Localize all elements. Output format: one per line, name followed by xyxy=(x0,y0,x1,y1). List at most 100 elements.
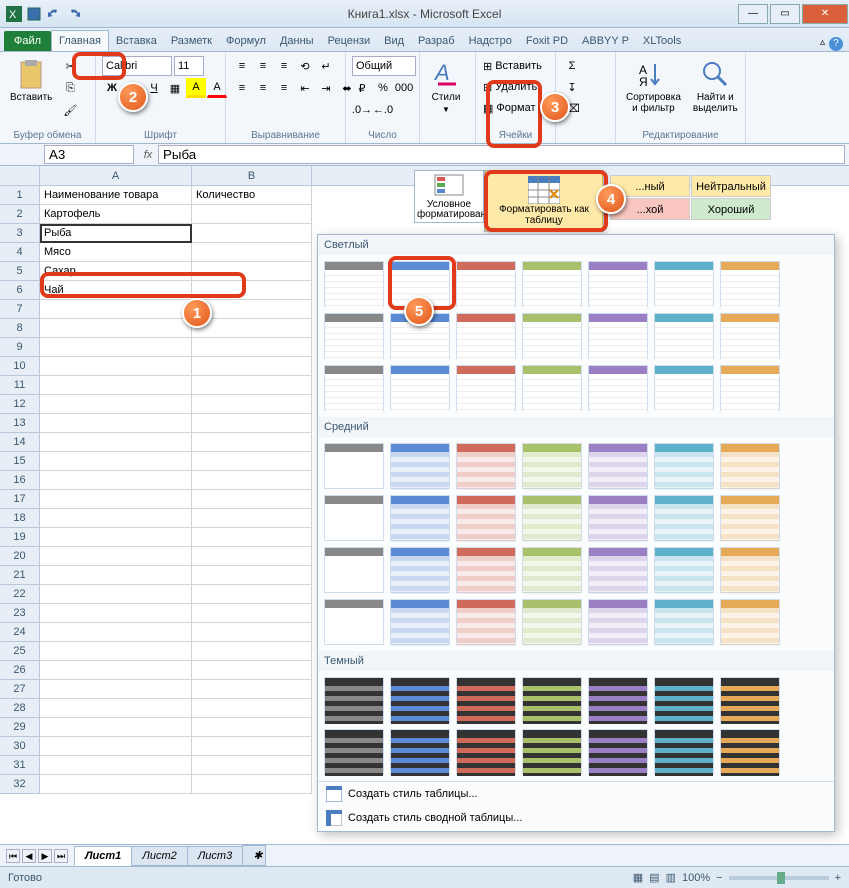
cell[interactable] xyxy=(40,509,192,528)
cell[interactable] xyxy=(40,433,192,452)
tab-abbyy[interactable]: ABBYY P xyxy=(575,31,636,51)
row-header[interactable]: 3 xyxy=(0,224,40,243)
tab-developer[interactable]: Разраб xyxy=(411,31,462,51)
table-style-thumb[interactable] xyxy=(390,729,450,775)
table-style-thumb[interactable] xyxy=(720,547,780,593)
table-style-thumb[interactable] xyxy=(654,313,714,359)
cell[interactable] xyxy=(192,756,312,775)
zoom-slider[interactable] xyxy=(729,876,829,880)
table-style-thumb[interactable] xyxy=(654,599,714,645)
align-right-button[interactable]: ≡ xyxy=(274,78,294,98)
cell[interactable] xyxy=(40,661,192,680)
row-header[interactable]: 22 xyxy=(0,585,40,604)
cell[interactable] xyxy=(40,395,192,414)
cell[interactable] xyxy=(192,395,312,414)
table-style-thumb[interactable] xyxy=(720,599,780,645)
sheet-tab[interactable]: Лист2 xyxy=(131,846,187,866)
table-style-thumb[interactable] xyxy=(654,495,714,541)
view-page-break-icon[interactable]: ▥ xyxy=(666,871,676,884)
table-style-thumb[interactable] xyxy=(588,365,648,411)
table-style-thumb[interactable] xyxy=(456,365,516,411)
table-style-thumb[interactable] xyxy=(522,443,582,489)
sheet-nav-last[interactable]: ⏭ xyxy=(54,849,68,863)
cell[interactable] xyxy=(40,585,192,604)
row-header[interactable]: 29 xyxy=(0,718,40,737)
cell[interactable] xyxy=(192,775,312,794)
table-style-thumb[interactable] xyxy=(324,495,384,541)
border-button[interactable]: ▦ xyxy=(165,78,185,98)
increase-decimal-button[interactable]: .0→ xyxy=(352,100,372,120)
cell[interactable] xyxy=(40,737,192,756)
row-header[interactable]: 5 xyxy=(0,262,40,281)
font-color-button[interactable]: A xyxy=(207,78,227,98)
row-header[interactable]: 18 xyxy=(0,509,40,528)
cell[interactable]: Наименование товара xyxy=(40,186,192,205)
undo-icon[interactable] xyxy=(46,6,62,22)
cell[interactable] xyxy=(40,775,192,794)
column-header-b[interactable]: B xyxy=(192,166,312,185)
fx-icon[interactable]: fx xyxy=(138,149,158,161)
row-header[interactable]: 1 xyxy=(0,186,40,205)
font-name-input[interactable] xyxy=(102,56,172,76)
cell[interactable] xyxy=(192,623,312,642)
row-header[interactable]: 7 xyxy=(0,300,40,319)
row-header[interactable]: 24 xyxy=(0,623,40,642)
row-header[interactable]: 2 xyxy=(0,205,40,224)
cell[interactable] xyxy=(192,642,312,661)
new-table-style-button[interactable]: Создать стиль таблицы... xyxy=(318,782,834,806)
view-normal-icon[interactable]: ▦ xyxy=(633,871,643,884)
cell[interactable] xyxy=(40,718,192,737)
table-style-thumb[interactable] xyxy=(390,443,450,489)
percent-button[interactable]: % xyxy=(373,78,393,98)
cell[interactable]: Количество xyxy=(192,186,312,205)
row-header[interactable]: 26 xyxy=(0,661,40,680)
number-format-input[interactable] xyxy=(352,56,416,76)
cell[interactable] xyxy=(40,680,192,699)
cell[interactable] xyxy=(192,319,312,338)
table-style-thumb[interactable] xyxy=(588,547,648,593)
row-header[interactable]: 6 xyxy=(0,281,40,300)
tab-layout[interactable]: Разметк xyxy=(164,31,219,51)
row-header[interactable]: 11 xyxy=(0,376,40,395)
name-box[interactable] xyxy=(44,145,134,164)
table-style-thumb[interactable] xyxy=(456,729,516,775)
table-style-thumb[interactable] xyxy=(324,261,384,307)
cell[interactable] xyxy=(192,452,312,471)
sheet-nav-prev[interactable]: ◀ xyxy=(22,849,36,863)
cell[interactable]: Картофель xyxy=(40,205,192,224)
new-sheet-button[interactable]: ✱ xyxy=(242,845,266,866)
cell[interactable] xyxy=(192,243,312,262)
find-select-button[interactable]: Найти и выделить xyxy=(689,56,742,116)
align-middle-button[interactable]: ≡ xyxy=(253,56,273,76)
font-size-input[interactable] xyxy=(174,56,204,76)
cell[interactable] xyxy=(40,604,192,623)
row-header[interactable]: 15 xyxy=(0,452,40,471)
cell[interactable] xyxy=(192,509,312,528)
tab-formulas[interactable]: Формул xyxy=(219,31,273,51)
table-style-thumb[interactable] xyxy=(390,677,450,723)
cell[interactable] xyxy=(40,566,192,585)
fill-button[interactable]: ↧ xyxy=(562,77,582,97)
save-icon[interactable] xyxy=(26,6,42,22)
cell[interactable] xyxy=(40,528,192,547)
help-icon[interactable]: ? xyxy=(829,37,843,51)
tab-insert[interactable]: Вставка xyxy=(109,31,164,51)
table-style-thumb[interactable] xyxy=(456,495,516,541)
row-header[interactable]: 21 xyxy=(0,566,40,585)
table-style-thumb[interactable] xyxy=(654,443,714,489)
row-header[interactable]: 30 xyxy=(0,737,40,756)
tab-foxit[interactable]: Foxit PD xyxy=(519,31,575,51)
row-header[interactable]: 8 xyxy=(0,319,40,338)
paste-button[interactable]: Вставить xyxy=(6,56,56,105)
table-style-thumb[interactable] xyxy=(654,547,714,593)
table-style-thumb[interactable] xyxy=(522,547,582,593)
cut-icon[interactable]: ✂ xyxy=(60,56,80,76)
row-header[interactable]: 12 xyxy=(0,395,40,414)
row-header[interactable]: 10 xyxy=(0,357,40,376)
table-style-thumb[interactable] xyxy=(390,495,450,541)
cell[interactable] xyxy=(40,414,192,433)
format-cells-button[interactable]: ▦Формат xyxy=(482,98,536,118)
table-style-thumb[interactable] xyxy=(324,729,384,775)
delete-cells-button[interactable]: ⊟Удалить xyxy=(482,77,538,97)
maximize-button[interactable]: ▭ xyxy=(770,4,800,24)
